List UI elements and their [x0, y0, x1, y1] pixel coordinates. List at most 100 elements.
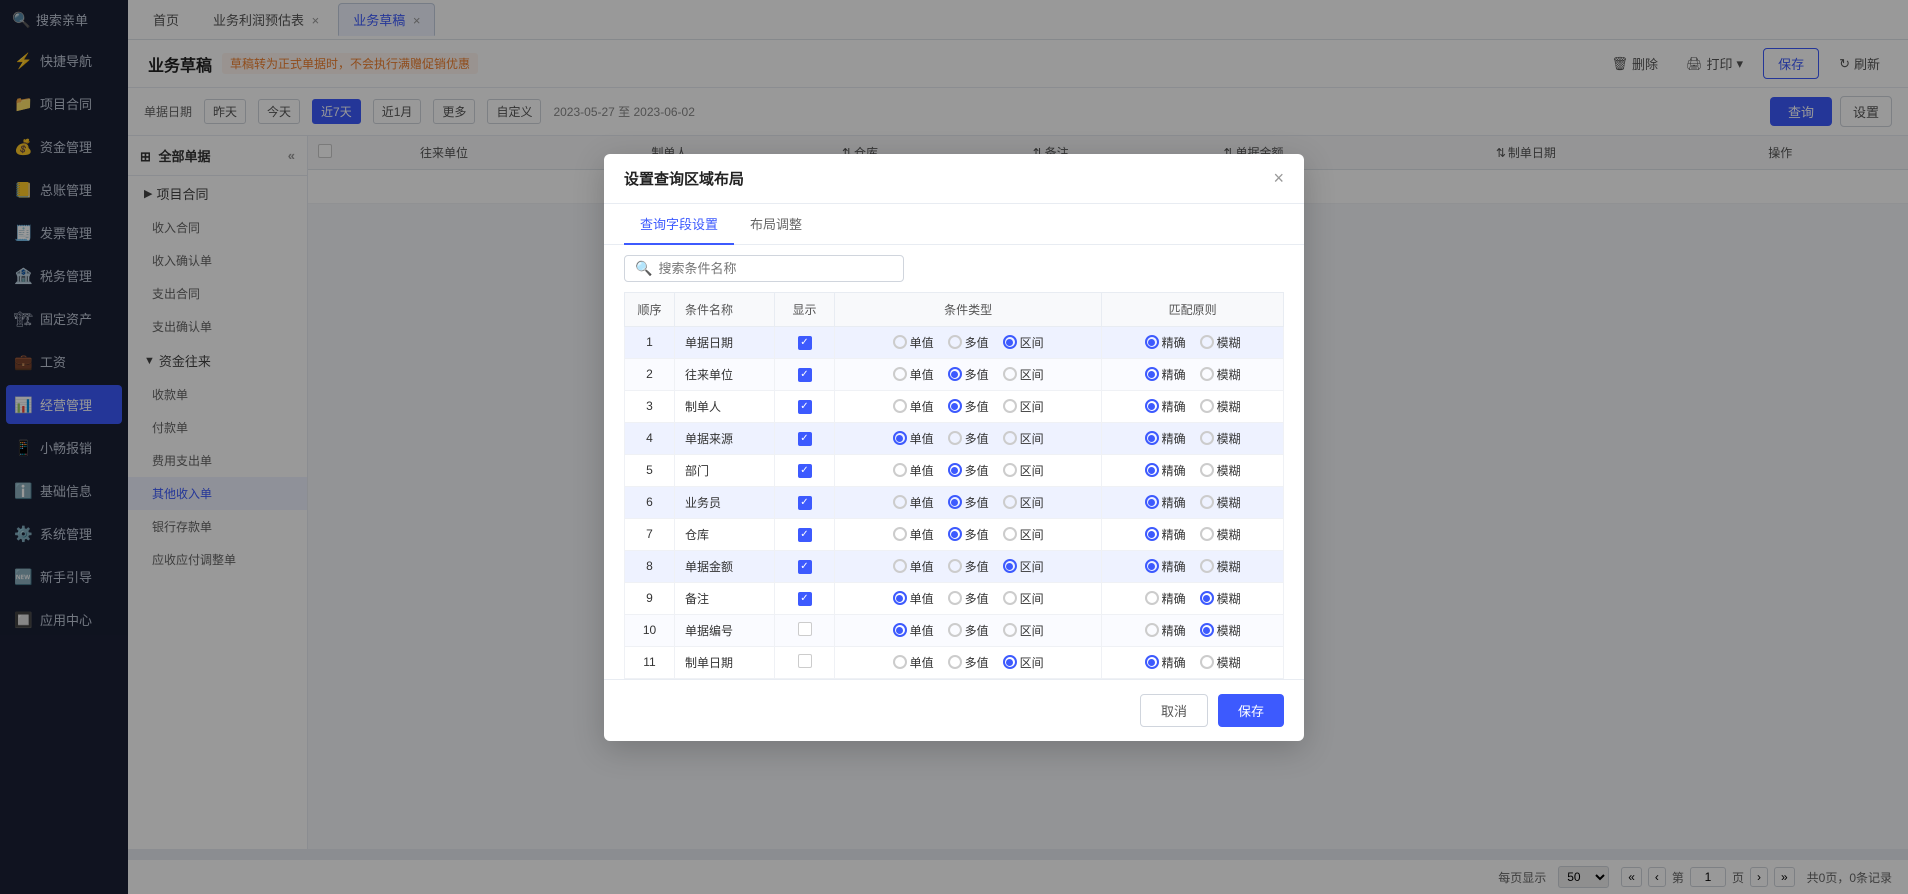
radio-multiple[interactable]: 多值 — [948, 334, 989, 351]
radio-range[interactable]: 区间 — [1003, 590, 1044, 607]
radio-multiple[interactable]: 多值 — [948, 430, 989, 447]
radio-dot-multiple[interactable] — [948, 399, 962, 413]
radio-dot-multiple[interactable] — [948, 335, 962, 349]
radio-multiple[interactable]: 多值 — [948, 654, 989, 671]
radio-exact[interactable]: 精确 — [1145, 430, 1186, 447]
dialog-close-button[interactable]: × — [1273, 169, 1284, 187]
checkbox-checked[interactable]: ✓ — [798, 336, 812, 350]
checkbox-checked[interactable]: ✓ — [798, 592, 812, 606]
radio-range[interactable]: 区间 — [1003, 462, 1044, 479]
radio-range[interactable]: 区间 — [1003, 654, 1044, 671]
radio-multiple[interactable]: 多值 — [948, 526, 989, 543]
checkbox-unchecked[interactable] — [798, 622, 812, 636]
radio-exact[interactable]: 精确 — [1145, 622, 1186, 639]
radio-dot-single[interactable] — [893, 559, 907, 573]
radio-dot-exact[interactable] — [1145, 655, 1159, 669]
radio-dot-single[interactable] — [893, 495, 907, 509]
radio-fuzzy[interactable]: 模糊 — [1200, 334, 1241, 351]
checkbox-unchecked[interactable] — [798, 654, 812, 668]
radio-dot-fuzzy[interactable] — [1200, 527, 1214, 541]
radio-dot-single[interactable] — [893, 623, 907, 637]
radio-dot-range[interactable] — [1003, 655, 1017, 669]
radio-multiple[interactable]: 多值 — [948, 366, 989, 383]
radio-range[interactable]: 区间 — [1003, 334, 1044, 351]
radio-dot-exact[interactable] — [1145, 335, 1159, 349]
checkbox-checked[interactable]: ✓ — [798, 528, 812, 542]
radio-dot-range[interactable] — [1003, 527, 1017, 541]
radio-range[interactable]: 区间 — [1003, 398, 1044, 415]
radio-fuzzy[interactable]: 模糊 — [1200, 654, 1241, 671]
radio-dot-multiple[interactable] — [948, 463, 962, 477]
radio-dot-range[interactable] — [1003, 399, 1017, 413]
radio-dot-range[interactable] — [1003, 623, 1017, 637]
radio-exact[interactable]: 精确 — [1145, 462, 1186, 479]
radio-dot-multiple[interactable] — [948, 431, 962, 445]
radio-exact[interactable]: 精确 — [1145, 398, 1186, 415]
radio-multiple[interactable]: 多值 — [948, 622, 989, 639]
radio-single[interactable]: 单值 — [893, 622, 934, 639]
radio-single[interactable]: 单值 — [893, 654, 934, 671]
checkbox-checked[interactable]: ✓ — [798, 432, 812, 446]
row-show-checkbox[interactable]: ✓ — [775, 390, 835, 422]
checkbox-checked[interactable]: ✓ — [798, 368, 812, 382]
radio-single[interactable]: 单值 — [893, 334, 934, 351]
radio-single[interactable]: 单值 — [893, 366, 934, 383]
row-show-checkbox[interactable]: ✓ — [775, 486, 835, 518]
radio-dot-single[interactable] — [893, 527, 907, 541]
checkbox-checked[interactable]: ✓ — [798, 400, 812, 414]
radio-range[interactable]: 区间 — [1003, 366, 1044, 383]
radio-range[interactable]: 区间 — [1003, 494, 1044, 511]
radio-dot-single[interactable] — [893, 335, 907, 349]
radio-dot-multiple[interactable] — [948, 367, 962, 381]
checkbox-checked[interactable]: ✓ — [798, 496, 812, 510]
radio-single[interactable]: 单值 — [893, 398, 934, 415]
row-show-checkbox[interactable]: ✓ — [775, 454, 835, 486]
radio-exact[interactable]: 精确 — [1145, 366, 1186, 383]
radio-dot-multiple[interactable] — [948, 559, 962, 573]
dialog-tab-layout[interactable]: 布局调整 — [734, 204, 818, 245]
radio-fuzzy[interactable]: 模糊 — [1200, 430, 1241, 447]
radio-range[interactable]: 区间 — [1003, 526, 1044, 543]
row-show-checkbox[interactable] — [775, 614, 835, 646]
radio-single[interactable]: 单值 — [893, 430, 934, 447]
radio-range[interactable]: 区间 — [1003, 622, 1044, 639]
radio-dot-range[interactable] — [1003, 559, 1017, 573]
radio-dot-range[interactable] — [1003, 431, 1017, 445]
row-show-checkbox[interactable]: ✓ — [775, 326, 835, 358]
radio-fuzzy[interactable]: 模糊 — [1200, 462, 1241, 479]
radio-dot-fuzzy[interactable] — [1200, 591, 1214, 605]
radio-single[interactable]: 单值 — [893, 494, 934, 511]
radio-range[interactable]: 区间 — [1003, 430, 1044, 447]
radio-multiple[interactable]: 多值 — [948, 494, 989, 511]
row-show-checkbox[interactable]: ✓ — [775, 518, 835, 550]
radio-single[interactable]: 单值 — [893, 462, 934, 479]
dialog-tab-query-fields[interactable]: 查询字段设置 — [624, 204, 734, 245]
row-show-checkbox[interactable]: ✓ — [775, 550, 835, 582]
radio-dot-single[interactable] — [893, 655, 907, 669]
radio-fuzzy[interactable]: 模糊 — [1200, 558, 1241, 575]
radio-dot-exact[interactable] — [1145, 591, 1159, 605]
radio-single[interactable]: 单值 — [893, 558, 934, 575]
radio-fuzzy[interactable]: 模糊 — [1200, 366, 1241, 383]
radio-dot-single[interactable] — [893, 367, 907, 381]
radio-dot-fuzzy[interactable] — [1200, 495, 1214, 509]
radio-dot-exact[interactable] — [1145, 527, 1159, 541]
radio-dot-range[interactable] — [1003, 495, 1017, 509]
radio-exact[interactable]: 精确 — [1145, 590, 1186, 607]
radio-multiple[interactable]: 多值 — [948, 462, 989, 479]
radio-range[interactable]: 区间 — [1003, 558, 1044, 575]
radio-exact[interactable]: 精确 — [1145, 334, 1186, 351]
checkbox-checked[interactable]: ✓ — [798, 464, 812, 478]
radio-fuzzy[interactable]: 模糊 — [1200, 494, 1241, 511]
radio-dot-fuzzy[interactable] — [1200, 335, 1214, 349]
radio-fuzzy[interactable]: 模糊 — [1200, 526, 1241, 543]
radio-dot-exact[interactable] — [1145, 431, 1159, 445]
radio-dot-multiple[interactable] — [948, 495, 962, 509]
radio-dot-single[interactable] — [893, 399, 907, 413]
row-show-checkbox[interactable]: ✓ — [775, 422, 835, 454]
radio-exact[interactable]: 精确 — [1145, 558, 1186, 575]
radio-fuzzy[interactable]: 模糊 — [1200, 590, 1241, 607]
radio-dot-single[interactable] — [893, 591, 907, 605]
radio-dot-exact[interactable] — [1145, 623, 1159, 637]
row-show-checkbox[interactable]: ✓ — [775, 358, 835, 390]
